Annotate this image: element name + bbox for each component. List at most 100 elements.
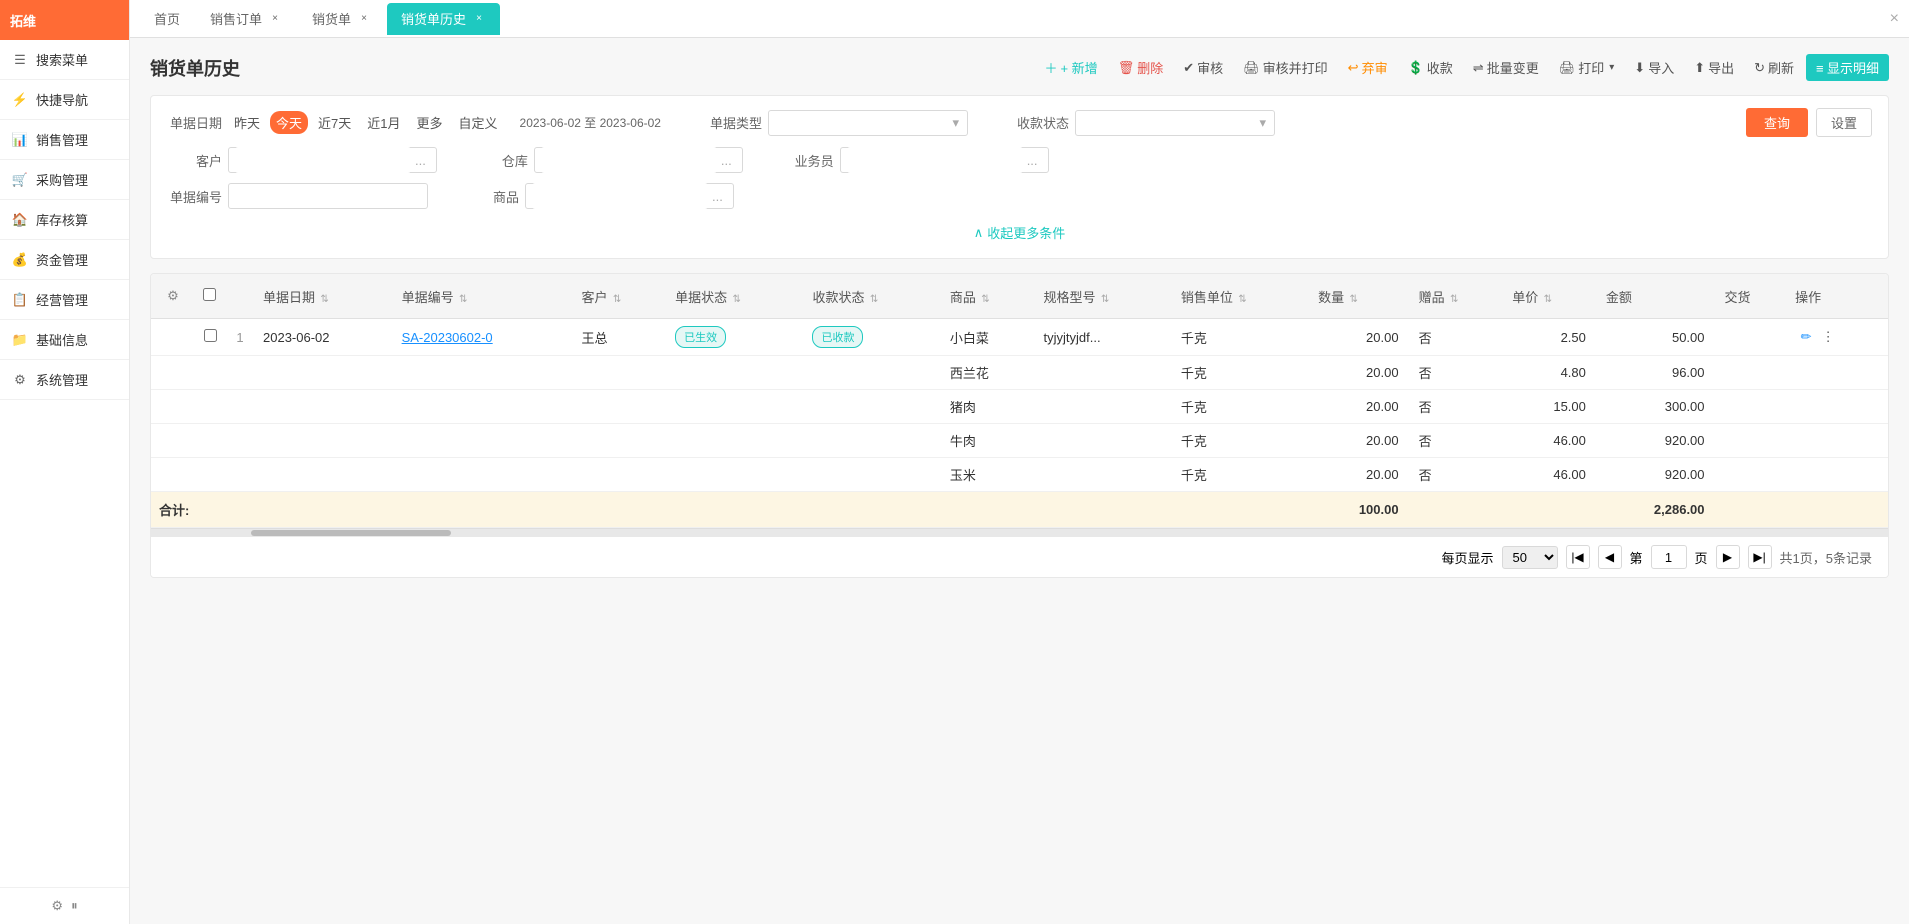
docnum-label: 单据编号 [167,187,222,206]
prev-page-button[interactable]: ◀ [1598,545,1622,569]
more-action-button[interactable]: ⋮ [1817,326,1839,348]
goods-ellipsis[interactable]: ... [708,189,727,204]
finance-icon: 💰 [12,252,28,268]
next-page-button[interactable]: ▶ [1716,545,1740,569]
review-button[interactable]: ✔ 审核 [1175,54,1231,81]
collect-button[interactable]: 💲 收款 [1400,54,1461,81]
refresh-button[interactable]: ↻ 刷新 [1746,54,1802,81]
total-unit-price-empty [1504,492,1598,528]
tab-sales-history[interactable]: 销货单历史 × [387,3,500,35]
sidebar-item-search-menu[interactable]: ☰ 搜索菜单 [0,40,129,80]
sidebar-item-system-mgmt[interactable]: ⚙ 系统管理 [0,360,129,400]
date-option-today[interactable]: 今天 [270,111,308,134]
tab-sales-order-close[interactable]: × [268,12,282,26]
filter-row-2: 客户 ... 仓库 ... 业务员 [167,147,1872,173]
doc-number-link[interactable]: SA-20230602-0 [402,330,493,345]
cell-payment-status [804,356,941,390]
sort-doc-status-icon[interactable]: ⇅ [733,294,741,305]
sidebar-item-label: 系统管理 [36,370,88,389]
import-button[interactable]: ⬇ 导入 [1626,54,1682,81]
cell-unit-price: 15.00 [1504,390,1598,424]
customer-ellipsis[interactable]: ... [411,153,430,168]
date-option-7days[interactable]: 近7天 [312,111,357,134]
filter-row-3: 单据编号 商品 ... [167,183,1872,209]
last-page-button[interactable]: ▶| [1748,545,1772,569]
customer-input[interactable] [235,147,411,173]
tab-home[interactable]: 首页 [140,3,194,35]
cell-customer [573,390,667,424]
sort-customer-icon[interactable]: ⇅ [613,294,621,305]
salesperson-input[interactable] [847,147,1023,173]
pause-icon[interactable]: ⏸ [71,898,78,914]
sort-unit-price-icon[interactable]: ⇅ [1544,294,1552,305]
review-print-button[interactable]: 🖨 审核并打印 [1235,54,1336,81]
cell-gift: 否 [1411,424,1505,458]
sort-payment-status-icon[interactable]: ⇅ [870,294,878,305]
collapse-filter-button[interactable]: ∧ 收起更多条件 [970,219,1070,246]
cell-transaction [1717,319,1788,356]
warehouse-input[interactable] [541,147,717,173]
inventory-icon: 🏠 [12,212,28,228]
salesperson-ellipsis[interactable]: ... [1023,153,1042,168]
delete-button[interactable]: 🗑 删除 [1110,54,1172,81]
table-scroll[interactable]: ⚙ 单据日期 ⇅ 单据编号 [151,274,1888,528]
add-button[interactable]: ＋ + 新增 [1036,54,1105,81]
sort-doc-date-icon[interactable]: ⇅ [320,294,328,305]
page-label: 页 [1695,548,1708,567]
tab-sales-order[interactable]: 销售订单 × [196,3,296,35]
sidebar-item-label: 资金管理 [36,250,88,269]
cell-spec-type [1035,458,1172,492]
settings-icon[interactable]: ⚙ [51,898,63,914]
sidebar-item-operations[interactable]: 📋 经营管理 [0,280,129,320]
query-button[interactable]: 查询 [1746,108,1808,137]
date-option-custom[interactable]: 自定义 [453,111,504,134]
sort-sales-unit-icon[interactable]: ⇅ [1238,294,1246,305]
tab-sales-goods-close[interactable]: × [357,12,371,26]
salesperson-label: 业务员 [779,151,834,170]
batch-change-icon: ⇌ [1473,60,1484,76]
edit-action-button[interactable]: ✏ [1795,326,1817,348]
display-detail-button[interactable]: ≡ 显示明细 [1806,54,1889,81]
sidebar-item-inventory[interactable]: 🏠 库存核算 [0,200,129,240]
export-button[interactable]: ⬆ 导出 [1686,54,1742,81]
page-number-input[interactable] [1651,545,1687,569]
horizontal-scrollbar[interactable] [151,528,1888,536]
batch-change-button[interactable]: ⇌ 批量变更 [1465,54,1547,81]
sort-spec-type-icon[interactable]: ⇅ [1101,294,1109,305]
row-checkbox[interactable] [204,329,217,342]
total-gift-empty [1411,492,1505,528]
docnum-input[interactable] [228,183,428,209]
sidebar-item-sales-mgmt[interactable]: 📊 销售管理 [0,120,129,160]
sort-gift-icon[interactable]: ⇅ [1450,294,1458,305]
select-all-checkbox[interactable] [203,288,216,301]
date-option-more[interactable]: 更多 [411,111,449,134]
column-settings-icon[interactable]: ⚙ [159,282,187,310]
tab-sales-history-close[interactable]: × [472,12,486,26]
close-all-icon[interactable]: × [1890,10,1899,28]
sort-quantity-icon[interactable]: ⇅ [1350,294,1358,305]
sidebar-item-purchase-mgmt[interactable]: 🛒 采购管理 [0,160,129,200]
sidebar-item-basic-info[interactable]: 📁 基础信息 [0,320,129,360]
setting-button[interactable]: 设置 [1816,108,1872,137]
date-option-1month[interactable]: 近1月 [361,111,406,134]
sidebar: 拓维 ☰ 搜索菜单 ⚡ 快捷导航 📊 销售管理 🛒 采购管理 🏠 库存核算 💰 … [0,0,130,924]
sort-doc-number-icon[interactable]: ⇅ [459,294,467,305]
per-page-select[interactable]: 50 100 200 [1502,546,1558,569]
cell-gift: 否 [1411,319,1505,356]
payment-status-select[interactable]: ▾ [1075,110,1275,136]
first-page-button[interactable]: |◀ [1566,545,1590,569]
sidebar-item-quick-nav[interactable]: ⚡ 快捷导航 [0,80,129,120]
sidebar-bottom: ⚙ ⏸ [0,887,129,924]
date-option-yesterday[interactable]: 昨天 [228,111,266,134]
chevron-down-icon-2: ▾ [1259,115,1266,131]
goods-input[interactable] [532,183,708,209]
sort-goods-icon[interactable]: ⇅ [981,294,989,305]
warehouse-ellipsis[interactable]: ... [717,153,736,168]
doc-type-select[interactable]: ▾ [768,110,968,136]
tab-sales-goods[interactable]: 销货单 × [298,3,385,35]
print-button[interactable]: 🖨 打印 [1551,54,1623,81]
col-rownum [225,274,255,319]
sidebar-item-finance[interactable]: 💰 资金管理 [0,240,129,280]
review-print-icon: 🖨 [1243,60,1260,76]
abandon-button[interactable]: ↩ 弃审 [1340,54,1396,81]
